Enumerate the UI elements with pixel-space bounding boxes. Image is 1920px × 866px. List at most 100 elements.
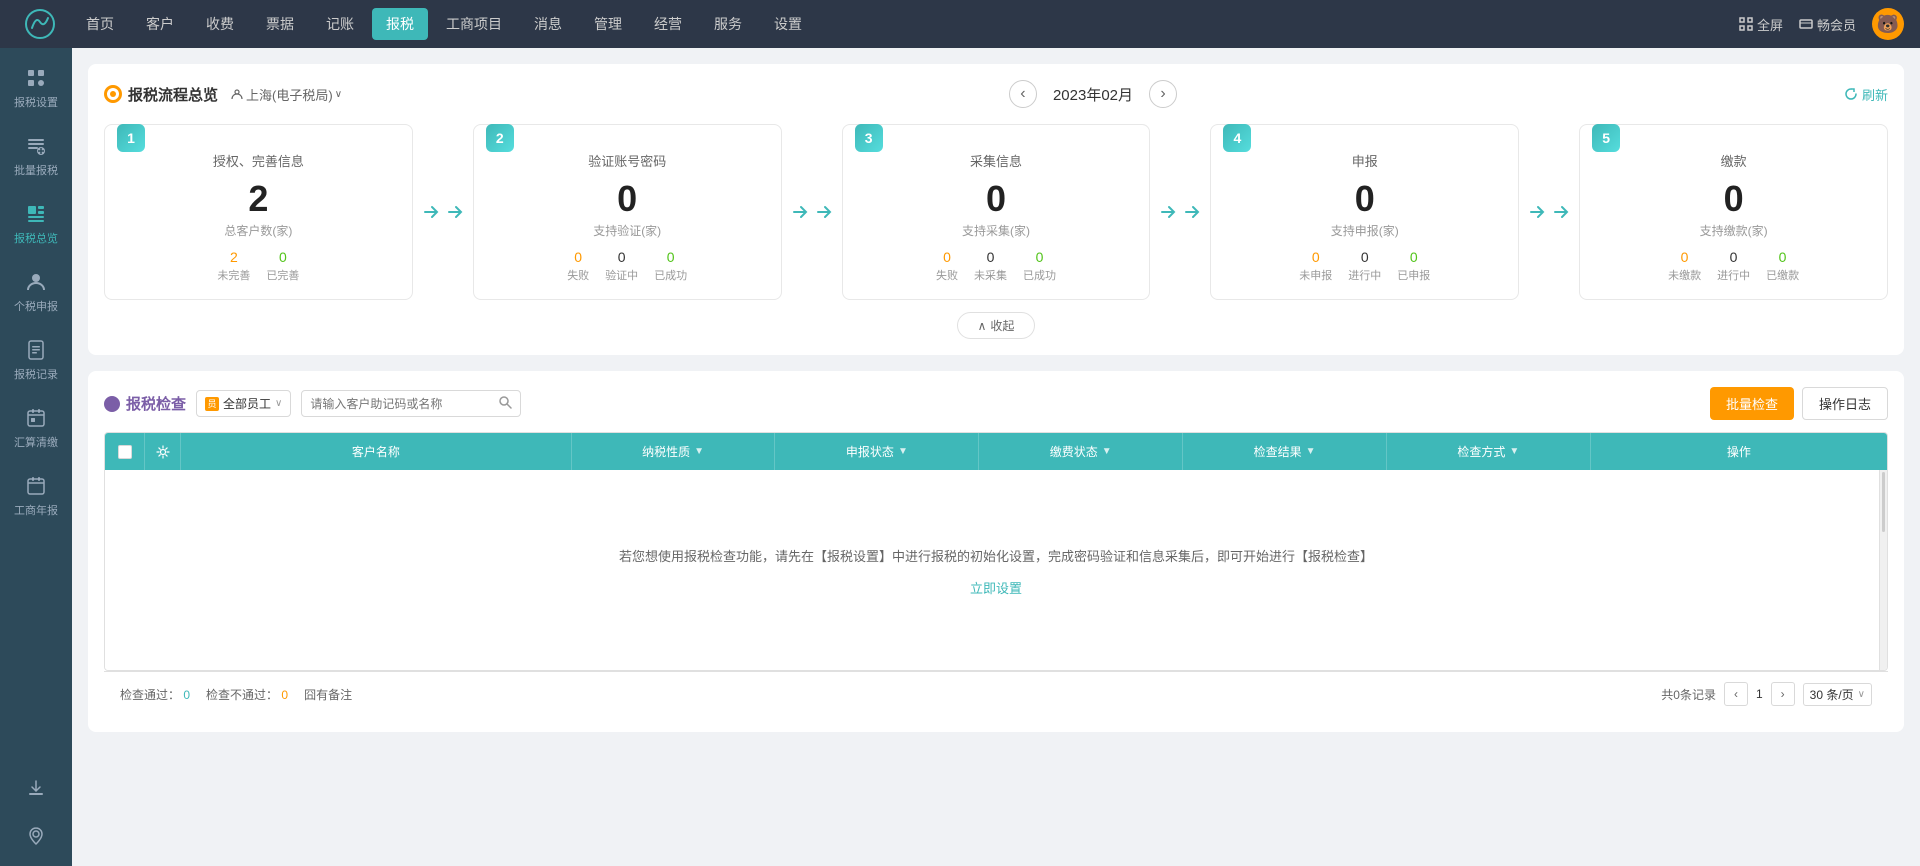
stat-num-2-1[interactable]: 0: [605, 249, 638, 265]
nav-manage[interactable]: 管理: [580, 8, 636, 40]
stat-num-1-0[interactable]: 2: [217, 249, 250, 265]
stat-num-5-1[interactable]: 0: [1717, 249, 1750, 265]
th-result-filter-icon[interactable]: ▼: [1306, 446, 1316, 457]
note-label: 囧有备注: [304, 688, 352, 702]
sidebar-item-annual-report[interactable]: 工商年报: [3, 464, 69, 528]
next-page-button[interactable]: ›: [1771, 682, 1795, 706]
check-header: 报税检查 员 全部员工 ∨ 批量检查 操作日志: [104, 387, 1888, 420]
tax-check-title: 报税检查: [104, 393, 186, 414]
th-declare-filter-icon[interactable]: ▼: [898, 446, 908, 457]
fail-count[interactable]: 0: [281, 688, 288, 702]
header-checkbox[interactable]: [118, 445, 132, 459]
sidebar-item-batch-tax[interactable]: 批量报税: [3, 124, 69, 188]
search-icon[interactable]: [498, 395, 512, 412]
th-tax-filter-icon[interactable]: ▼: [694, 446, 704, 457]
chevron-up-icon: ∧: [978, 319, 987, 333]
nav-tax[interactable]: 报税: [372, 8, 428, 40]
stat-num-2-2[interactable]: 0: [654, 249, 687, 265]
sidebar-item-download[interactable]: [3, 766, 69, 810]
scrollbar-track[interactable]: [1879, 470, 1887, 670]
stat-label-5-1: 进行中: [1717, 267, 1750, 283]
batch-check-button[interactable]: 批量检查: [1710, 387, 1794, 420]
employee-filter-icon: 员: [205, 397, 219, 411]
stat-num-4-1[interactable]: 0: [1348, 249, 1381, 265]
stat-num-3-2[interactable]: 0: [1023, 249, 1056, 265]
scrollbar-thumb[interactable]: [1882, 472, 1885, 532]
nav-client[interactable]: 客户: [132, 8, 188, 40]
nav-accounting[interactable]: 记账: [312, 8, 368, 40]
step-title-5: 缴款: [1596, 151, 1871, 170]
nav-service[interactable]: 服务: [700, 8, 756, 40]
sidebar-label-personal-tax: 个税申报: [14, 298, 58, 314]
step-card-2: 2 验证账号密码 0 支持验证(家) 0失败 0验证中 0已成功: [473, 124, 782, 300]
sidebar-label-tax-overview: 报税总览: [14, 230, 58, 246]
sidebar-item-tax-records[interactable]: 报税记录: [3, 328, 69, 392]
client-search-input[interactable]: [310, 397, 492, 411]
per-page-selector[interactable]: 30 条/页 ∨: [1803, 683, 1872, 706]
collapse-button[interactable]: ∧ 收起: [957, 312, 1036, 339]
main-layout: 报税设置 批量报税 报税总览 个税申报 报税记录: [0, 48, 1920, 866]
th-gear[interactable]: [145, 433, 181, 470]
stat-label-2-1: 验证中: [605, 267, 638, 283]
step-card-3: 3 采集信息 0 支持采集(家) 0失败 0未采集 0已成功: [842, 124, 1151, 300]
user-avatar[interactable]: 🐻: [1872, 8, 1904, 40]
step-title-2: 验证账号密码: [490, 151, 765, 170]
stat-num-2-0[interactable]: 0: [567, 249, 589, 265]
stat-num-3-1[interactable]: 0: [974, 249, 1007, 265]
sidebar-item-location[interactable]: [3, 814, 69, 858]
tax-settings-icon: [24, 66, 48, 90]
th-pay-filter-icon[interactable]: ▼: [1102, 446, 1112, 457]
sidebar-item-tax-overview[interactable]: 报税总览: [3, 192, 69, 256]
stat-label-1-1: 已完善: [266, 267, 299, 283]
stat-num-4-2[interactable]: 0: [1397, 249, 1430, 265]
check-actions: 批量检查 操作日志: [1710, 387, 1888, 420]
th-declare-status: 申报状态 ▼: [775, 433, 979, 470]
th-tax-type-label: 纳税性质: [642, 443, 690, 460]
fullscreen-button[interactable]: 全屏: [1739, 15, 1783, 34]
overview-header: 报税流程总览 上海(电子税局) ∨ ‹ 2023年02月 › 刷新: [104, 80, 1888, 108]
arrow-2-3: [782, 124, 842, 300]
nav-message[interactable]: 消息: [520, 8, 576, 40]
org-selector[interactable]: 上海(电子税局) ∨: [230, 85, 342, 104]
nav-settings[interactable]: 设置: [760, 8, 816, 40]
stat-label-4-2: 已申报: [1397, 267, 1430, 283]
sidebar-item-clearance[interactable]: 汇算清缴: [3, 396, 69, 460]
step-card-4: 4 申报 0 支持申报(家) 0未申报 0进行中 0已申报: [1210, 124, 1519, 300]
refresh-button[interactable]: 刷新: [1844, 85, 1888, 104]
prev-month-button[interactable]: ‹: [1009, 80, 1037, 108]
client-search-box[interactable]: [301, 390, 521, 417]
operation-log-button[interactable]: 操作日志: [1802, 387, 1888, 420]
stat-num-1-1[interactable]: 0: [266, 249, 299, 265]
stat-num-5-0[interactable]: 0: [1668, 249, 1701, 265]
step-num-3: 3: [855, 124, 883, 152]
arrow-3-4: [1150, 124, 1210, 300]
stat-num-5-2[interactable]: 0: [1766, 249, 1799, 265]
vip-button[interactable]: 畅会员: [1799, 15, 1856, 34]
step-count-1: 2: [121, 178, 396, 220]
first-page-button[interactable]: ‹: [1724, 682, 1748, 706]
pass-stat: 检查通过： 0: [120, 686, 190, 703]
step-stats-4: 0未申报 0进行中 0已申报: [1227, 249, 1502, 283]
step-sub-2: 支持验证(家): [490, 222, 765, 239]
th-checkbox[interactable]: [105, 433, 145, 470]
stat-num-3-0[interactable]: 0: [936, 249, 958, 265]
th-method-filter-icon[interactable]: ▼: [1509, 446, 1519, 457]
th-result-label: 检查结果: [1254, 443, 1302, 460]
nav-home[interactable]: 首页: [72, 8, 128, 40]
footer-right: 共0条记录 ‹ 1 › 30 条/页 ∨: [1661, 682, 1872, 706]
setup-link[interactable]: 立即设置: [970, 581, 1022, 596]
nav-invoice[interactable]: 票据: [252, 8, 308, 40]
nav-business[interactable]: 工商项目: [432, 8, 516, 40]
employee-filter[interactable]: 员 全部员工 ∨: [196, 390, 291, 417]
pass-count[interactable]: 0: [183, 688, 190, 702]
nav-operation[interactable]: 经营: [640, 8, 696, 40]
nav-fee[interactable]: 收费: [192, 8, 248, 40]
sidebar-item-tax-settings[interactable]: 报税设置: [3, 56, 69, 120]
per-page-label: 30 条/页: [1810, 686, 1854, 703]
next-month-button[interactable]: ›: [1149, 80, 1177, 108]
sidebar-item-personal-tax[interactable]: 个税申报: [3, 260, 69, 324]
tax-records-icon: [24, 338, 48, 362]
stat-num-4-0[interactable]: 0: [1299, 249, 1332, 265]
org-dropdown-icon: ∨: [335, 89, 342, 100]
download-icon: [24, 776, 48, 800]
